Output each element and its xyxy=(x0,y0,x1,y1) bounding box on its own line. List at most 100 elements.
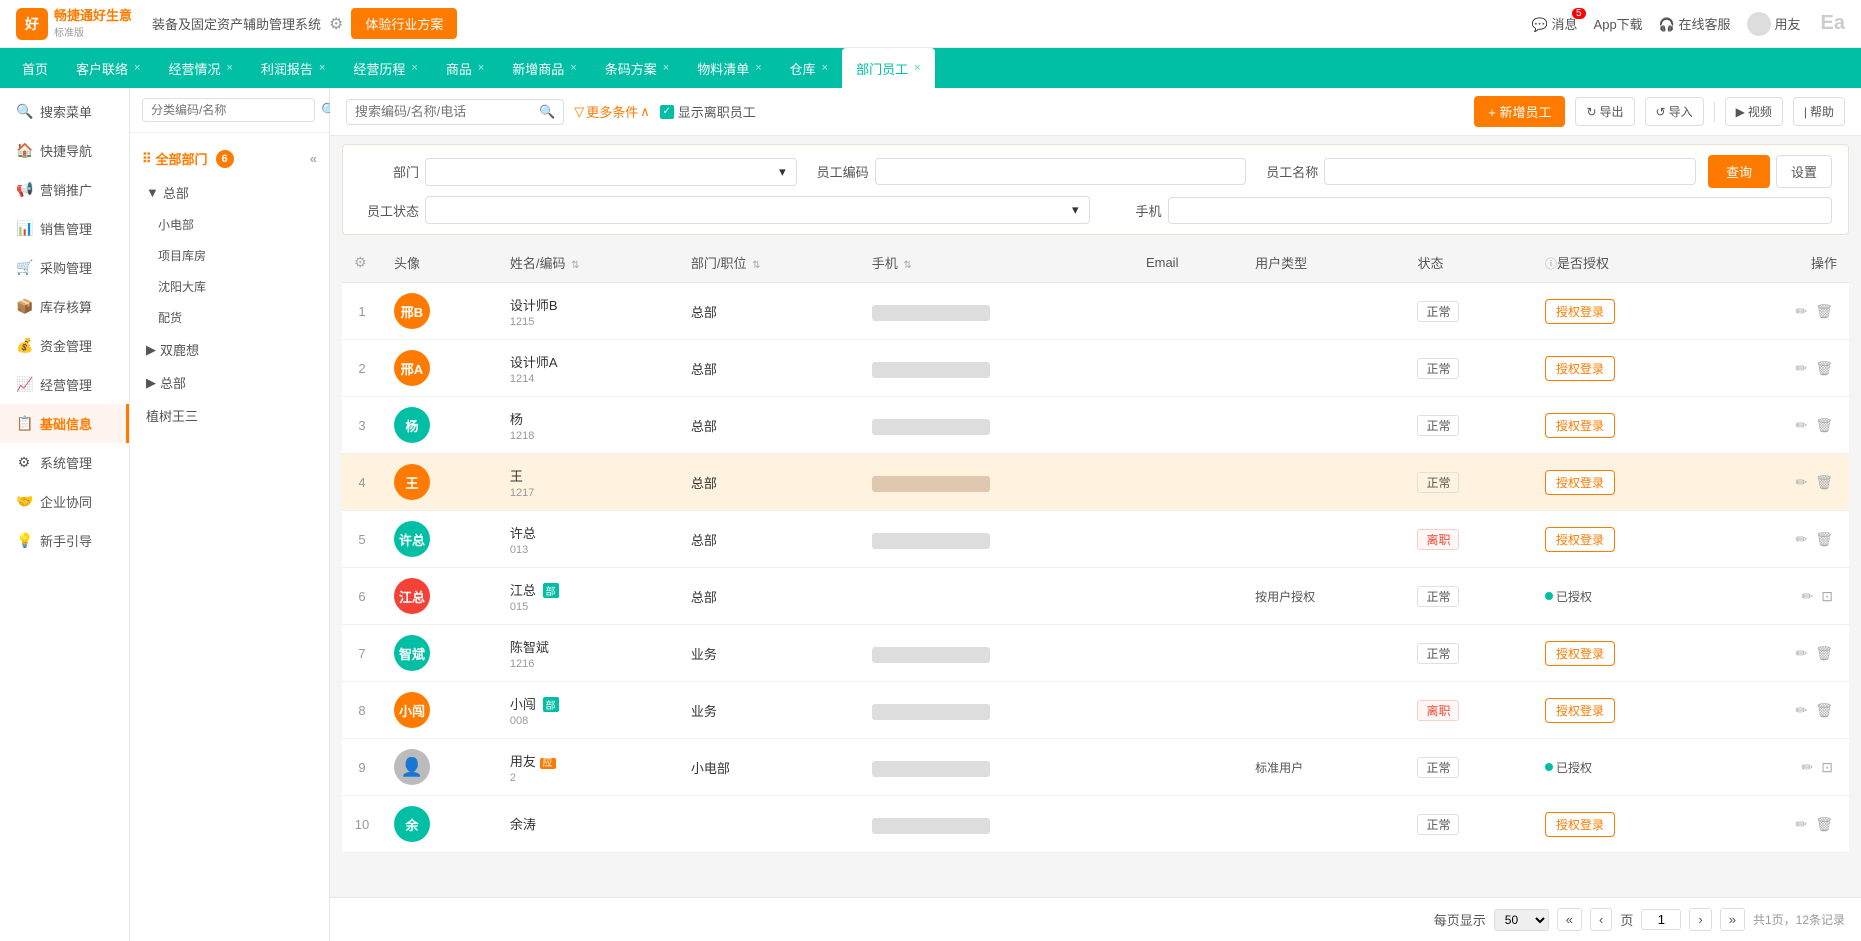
nav-item-add-goods[interactable]: 新增商品 × xyxy=(498,48,590,88)
trial-button[interactable]: 体验行业方案 xyxy=(351,8,457,39)
close-icon[interactable]: × xyxy=(226,62,232,74)
prev-page-button[interactable]: ‹ xyxy=(1590,908,1612,931)
dept-sub-peihuo[interactable]: 配货 xyxy=(130,302,329,333)
help-button[interactable]: | 帮助 xyxy=(1793,97,1845,126)
auth-button[interactable]: 授权登录 xyxy=(1545,356,1615,381)
sidebar-item-collab[interactable]: 🤝 企业协同 xyxy=(0,482,129,521)
auth-button[interactable]: 授权登录 xyxy=(1545,698,1615,723)
dept-sub-shenyang[interactable]: 沈阳大库 xyxy=(130,271,329,302)
edit-button[interactable]: ✏ xyxy=(1791,814,1811,835)
dept-collapse-btn[interactable]: « xyxy=(310,151,317,166)
message-icon[interactable]: 💬 消息 5 xyxy=(1532,14,1578,33)
first-page-button[interactable]: « xyxy=(1557,908,1582,931)
page-size-select[interactable]: 50 100 200 xyxy=(1494,909,1549,931)
dept-group-item-shuanglu[interactable]: ▶ 双鹿想 xyxy=(130,333,329,366)
online-service-link[interactable]: 🎧 在线客服 xyxy=(1659,14,1731,33)
auth-button[interactable]: 授权登录 xyxy=(1545,812,1615,837)
user-menu[interactable]: 用友 xyxy=(1747,12,1801,36)
col-name-code[interactable]: 姓名/编码 ⇅ xyxy=(498,243,679,283)
auth-button[interactable]: 授权登录 xyxy=(1545,470,1615,495)
sidebar-item-marketing[interactable]: 📢 营销推广 xyxy=(0,170,129,209)
auth-button[interactable]: 授权登录 xyxy=(1545,641,1615,666)
nav-item-operation[interactable]: 经营情况 × xyxy=(154,48,246,88)
column-setting-icon[interactable]: ⚙ xyxy=(354,254,367,270)
close-icon-active[interactable]: × xyxy=(914,62,920,74)
delete-button[interactable]: 🗑 xyxy=(1811,529,1837,550)
nav-item-profit[interactable]: 利润报告 × xyxy=(247,48,339,88)
sidebar-item-nav[interactable]: 🏠 快捷导航 xyxy=(0,131,129,170)
close-icon[interactable]: × xyxy=(755,62,761,74)
app-download-link[interactable]: App下载 xyxy=(1594,14,1643,33)
edit-button[interactable]: ✏ xyxy=(1791,700,1811,721)
dept-search-input[interactable] xyxy=(142,98,315,122)
close-icon[interactable]: × xyxy=(822,62,828,74)
sidebar-item-system[interactable]: ⚙ 系统管理 xyxy=(0,443,129,482)
nav-item-bom[interactable]: 物料清单 × xyxy=(683,48,775,88)
nav-item-barcode[interactable]: 条码方案 × xyxy=(591,48,683,88)
auth-button[interactable]: 授权登录 xyxy=(1545,527,1615,552)
col-phone[interactable]: 手机 ⇅ xyxy=(860,243,1134,283)
edit-button[interactable]: ✏ xyxy=(1791,301,1811,322)
edit-button[interactable]: ✏ xyxy=(1791,472,1811,493)
more-conditions-btn[interactable]: ▽ 更多条件 ∧ xyxy=(574,102,650,121)
col-dept[interactable]: 部门/职位 ⇅ xyxy=(679,243,860,283)
filter-code-input[interactable] xyxy=(875,158,1247,185)
sidebar-item-purchase[interactable]: 🛒 采购管理 xyxy=(0,248,129,287)
edit-button[interactable]: ✏ xyxy=(1798,586,1818,607)
edit-button[interactable]: ✏ xyxy=(1798,757,1818,778)
dept-sub-xiaodian[interactable]: 小电部 xyxy=(130,209,329,240)
search-icon-btn[interactable]: 🔍 xyxy=(539,104,555,120)
sidebar-item-manage[interactable]: 📈 经营管理 xyxy=(0,365,129,404)
last-page-button[interactable]: » xyxy=(1720,908,1745,931)
dept-all-button[interactable]: ⠿ 全部部门 6 « xyxy=(130,141,329,176)
sidebar-item-guide[interactable]: 💡 新手引导 xyxy=(0,521,129,560)
query-button[interactable]: 查询 xyxy=(1708,155,1770,188)
filter-phone-input[interactable] xyxy=(1168,197,1833,224)
copy-button[interactable]: ⊡ xyxy=(1817,757,1837,778)
edit-button[interactable]: ✏ xyxy=(1791,643,1811,664)
search-input[interactable] xyxy=(355,104,535,119)
dept-group-item-zongbu[interactable]: ▶ 总部 xyxy=(130,366,329,399)
sidebar-item-basic[interactable]: 📋 基础信息 xyxy=(0,404,129,443)
close-icon[interactable]: × xyxy=(663,62,669,74)
show-resigned-toggle[interactable]: ✓ 显示离职员工 xyxy=(660,102,756,121)
dept-sub-project[interactable]: 项目库房 xyxy=(130,240,329,271)
sidebar-item-sales[interactable]: 📊 销售管理 xyxy=(0,209,129,248)
close-icon[interactable]: × xyxy=(570,62,576,74)
filter-name-input[interactable] xyxy=(1324,158,1696,185)
close-icon[interactable]: × xyxy=(411,62,417,74)
close-icon[interactable]: × xyxy=(134,62,140,74)
reset-button[interactable]: 设置 xyxy=(1776,155,1832,188)
copy-button[interactable]: ⊡ xyxy=(1817,586,1837,607)
close-icon[interactable]: × xyxy=(478,62,484,74)
page-number-input[interactable] xyxy=(1641,909,1681,930)
nav-item-history[interactable]: 经营历程 × xyxy=(339,48,431,88)
dept-group-item-main[interactable]: ▼ 总部 xyxy=(130,176,329,209)
nav-item-goods[interactable]: 商品 × xyxy=(432,48,498,88)
auth-button[interactable]: 授权登录 xyxy=(1545,413,1615,438)
delete-button[interactable]: 🗑 xyxy=(1811,415,1837,436)
video-button[interactable]: ▶ 视频 xyxy=(1725,97,1783,126)
delete-button[interactable]: 🗑 xyxy=(1811,700,1837,721)
delete-button[interactable]: 🗑 xyxy=(1811,814,1837,835)
sidebar-item-finance[interactable]: 💰 资金管理 xyxy=(0,326,129,365)
filter-status-select[interactable]: ▾ xyxy=(425,196,1090,224)
edit-button[interactable]: ✏ xyxy=(1791,529,1811,550)
add-employee-button[interactable]: + 新增员工 xyxy=(1474,96,1565,127)
nav-item-department[interactable]: 部门员工 × xyxy=(842,48,934,88)
import-button[interactable]: ↺ 导入 xyxy=(1645,97,1704,126)
sidebar-item-inventory[interactable]: 📦 库存核算 xyxy=(0,287,129,326)
nav-item-customer[interactable]: 客户联络 × xyxy=(62,48,154,88)
delete-button[interactable]: 🗑 xyxy=(1811,301,1837,322)
gear-icon[interactable]: ⚙ xyxy=(329,14,343,34)
export-button[interactable]: ↻ 导出 xyxy=(1575,97,1634,126)
edit-button[interactable]: ✏ xyxy=(1791,415,1811,436)
filter-dept-select[interactable]: ▾ xyxy=(425,158,797,186)
nav-item-home[interactable]: 首页 xyxy=(8,48,62,88)
next-page-button[interactable]: › xyxy=(1689,908,1711,931)
close-icon[interactable]: × xyxy=(319,62,325,74)
auth-button[interactable]: 授权登录 xyxy=(1545,299,1615,324)
sidebar-item-search[interactable]: 🔍 搜索菜单 xyxy=(0,92,129,131)
delete-button[interactable]: 🗑 xyxy=(1811,358,1837,379)
nav-item-warehouse[interactable]: 仓库 × xyxy=(776,48,842,88)
